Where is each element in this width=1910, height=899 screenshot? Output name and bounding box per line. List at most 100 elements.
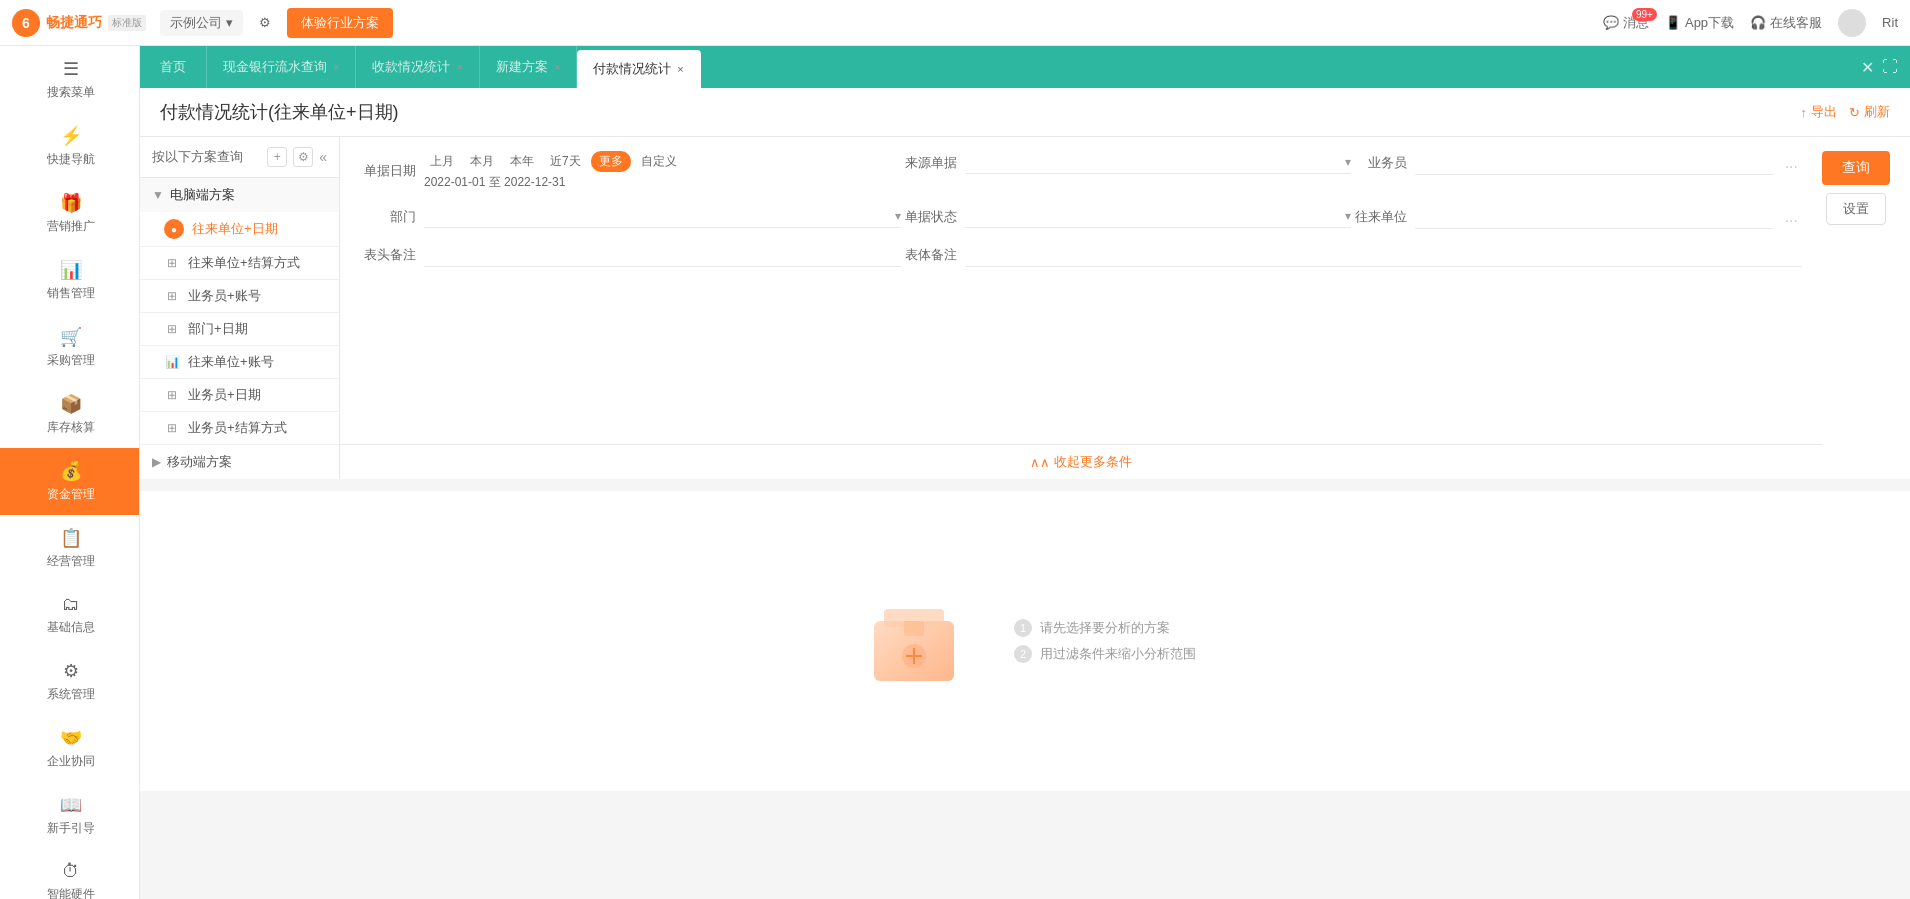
filter-row-2: 部门 ▾ 单据状态 ▾: [360, 205, 1802, 229]
date-btn-custom[interactable]: 自定义: [635, 151, 683, 172]
table-icon: ⊞: [164, 255, 180, 271]
tab-new-scheme[interactable]: 新建方案 ×: [480, 46, 577, 88]
empty-step-1: 1 请先选择要分析的方案: [1014, 619, 1196, 637]
sidebar-item-guide[interactable]: 📖 新手引导: [0, 782, 139, 849]
filter-item-body-note: 表体备注: [901, 243, 1802, 267]
tab-close-icon[interactable]: ×: [333, 61, 339, 73]
quick-nav-icon: ⚡: [60, 125, 82, 147]
refresh-button[interactable]: ↻ 刷新: [1849, 103, 1890, 121]
messages-button[interactable]: 💬 消息 99+: [1603, 14, 1649, 32]
tab-receipt-stats[interactable]: 收款情况统计 ×: [356, 46, 479, 88]
sidebar: ☰ 搜索菜单 ⚡ 快捷导航 🎁 营销推广 📊 销售管理 🛒 采购管理 📦 库存核…: [0, 46, 140, 899]
sidebar-label: 智能硬件: [47, 886, 95, 899]
header-note-input[interactable]: [424, 243, 901, 267]
section-divider: [140, 483, 1910, 491]
query-button[interactable]: 查询: [1822, 151, 1890, 185]
scheme-group-header-desktop[interactable]: ▼ 电脑端方案: [140, 178, 339, 212]
date-btn-last-7days[interactable]: 近7天: [544, 151, 587, 172]
collapse-more-button[interactable]: ∧∧ 收起更多条件: [340, 444, 1822, 479]
sidebar-item-capital[interactable]: 💰 资金管理: [0, 448, 139, 515]
sidebar-item-system[interactable]: ⚙ 系统管理: [0, 648, 139, 715]
partner-input[interactable]: [1415, 205, 1772, 229]
sidebar-item-search-menu[interactable]: ☰ 搜索菜单: [0, 46, 139, 113]
export-icon: ↑: [1801, 105, 1808, 120]
query-btn-group: 查询 设置: [1822, 137, 1910, 479]
sidebar-label: 快捷导航: [47, 151, 95, 168]
scheme-settings-button[interactable]: ⚙: [293, 147, 313, 167]
scheme-item-salesperson-date[interactable]: ⊞ 业务员+日期: [140, 379, 339, 412]
user-avatar[interactable]: [1838, 9, 1866, 37]
settings-icon[interactable]: ⚙: [251, 9, 279, 37]
export-button[interactable]: ↑ 导出: [1801, 103, 1838, 121]
scheme-item-label: 往来单位+结算方式: [188, 254, 300, 272]
scheme-item-label: 往来单位+账号: [188, 353, 274, 371]
tab-home[interactable]: 首页: [140, 46, 207, 88]
date-btn-more[interactable]: 更多: [591, 151, 631, 172]
date-btn-last-month[interactable]: 上月: [424, 151, 460, 172]
scheme-group-label: 电脑端方案: [170, 186, 235, 204]
sidebar-item-purchase[interactable]: 🛒 采购管理: [0, 314, 139, 381]
scheme-item-partner-settlement[interactable]: ⊞ 往来单位+结算方式: [140, 247, 339, 280]
sidebar-item-operations[interactable]: 📋 经营管理: [0, 515, 139, 582]
salesperson-input[interactable]: [1415, 151, 1772, 175]
step-number-2: 2: [1014, 645, 1032, 663]
sidebar-label: 采购管理: [47, 352, 95, 369]
partner-more-icon[interactable]: ...: [1781, 208, 1802, 226]
tab-bank-flow[interactable]: 现金银行流水查询 ×: [207, 46, 356, 88]
sidebar-label: 搜索菜单: [47, 84, 95, 101]
scheme-item-partner-date[interactable]: ● 往来单位+日期: [140, 212, 339, 247]
doc-date-label: 单据日期: [360, 162, 416, 180]
scheme-item-dept-date[interactable]: ⊞ 部门+日期: [140, 313, 339, 346]
dept-select[interactable]: ▾: [424, 205, 901, 228]
refresh-icon: ↻: [1849, 105, 1860, 120]
tab-close-icon[interactable]: ×: [554, 61, 560, 73]
date-btn-this-year[interactable]: 本年: [504, 151, 540, 172]
body-note-input[interactable]: [965, 243, 1802, 267]
tab-close-icon[interactable]: ×: [456, 61, 462, 73]
trial-button[interactable]: 体验行业方案: [287, 8, 393, 38]
main-layout: ☰ 搜索菜单 ⚡ 快捷导航 🎁 营销推广 📊 销售管理 🛒 采购管理 📦 库存核…: [0, 46, 1910, 899]
date-shortcuts: 上月 本月 本年 近7天 更多 自定义: [424, 151, 901, 172]
sidebar-item-sales[interactable]: 📊 销售管理: [0, 247, 139, 314]
user-name: Rit: [1882, 15, 1898, 30]
salesperson-more-icon[interactable]: ...: [1781, 154, 1802, 172]
tab-close-icon[interactable]: ×: [677, 63, 683, 75]
sidebar-item-hardware[interactable]: ⏱ 智能硬件: [0, 849, 139, 899]
top-bar-left: 6 畅捷通巧 标准版 示例公司 ▾ ⚙ 体验行业方案: [12, 8, 393, 38]
scheme-collapse-button[interactable]: «: [319, 149, 327, 165]
scheme-item-salesperson-settlement[interactable]: ⊞ 业务员+结算方式: [140, 412, 339, 445]
close-all-icon[interactable]: ✕: [1861, 58, 1874, 77]
table-icon: ⊞: [164, 387, 180, 403]
tab-label: 新建方案: [496, 58, 548, 76]
scheme-item-salesperson-account[interactable]: ⊞ 业务员+账号: [140, 280, 339, 313]
empty-step-2: 2 用过滤条件来缩小分析范围: [1014, 645, 1196, 663]
sidebar-item-quick-nav[interactable]: ⚡ 快捷导航: [0, 113, 139, 180]
scheme-item-label: 部门+日期: [188, 320, 248, 338]
source-doc-select[interactable]: ▾: [965, 151, 1352, 174]
sidebar-label: 基础信息: [47, 619, 95, 636]
fullscreen-icon[interactable]: ⛶: [1882, 58, 1898, 76]
sidebar-label: 系统管理: [47, 686, 95, 703]
company-selector[interactable]: 示例公司 ▾: [160, 10, 243, 36]
online-service-button[interactable]: 🎧 在线客服: [1750, 14, 1822, 32]
tab-payment-stats[interactable]: 付款情况统计 ×: [577, 50, 700, 88]
logo-badge: 标准版: [108, 15, 146, 31]
add-scheme-button[interactable]: +: [267, 147, 287, 167]
sidebar-item-inventory[interactable]: 📦 库存核算: [0, 381, 139, 448]
scheme-item-partner-account[interactable]: 📊 往来单位+账号: [140, 346, 339, 379]
sidebar-item-marketing[interactable]: 🎁 营销推广: [0, 180, 139, 247]
page-title: 付款情况统计(往来单位+日期): [160, 100, 399, 124]
header-actions: ↑ 导出 ↻ 刷新: [1801, 103, 1891, 121]
date-btn-this-month[interactable]: 本月: [464, 151, 500, 172]
sidebar-item-basic-info[interactable]: 🗂 基础信息: [0, 582, 139, 648]
top-bar-right: 💬 消息 99+ 📱 App下载 🎧 在线客服 Rit: [1603, 9, 1898, 37]
doc-status-select[interactable]: ▾: [965, 205, 1352, 228]
salesperson-label: 业务员: [1351, 154, 1407, 172]
scheme-header-icons: + ⚙ «: [267, 147, 327, 167]
page-header: 付款情况统计(往来单位+日期) ↑ 导出 ↻ 刷新: [140, 88, 1910, 137]
tab-bar: 首页 现金银行流水查询 × 收款情况统计 × 新建方案 × 付款情况统计 × ✕…: [140, 46, 1910, 88]
filter-settings-button[interactable]: 设置: [1826, 193, 1886, 225]
app-download-button[interactable]: 📱 App下载: [1665, 14, 1734, 32]
sidebar-item-enterprise[interactable]: 🤝 企业协同: [0, 715, 139, 782]
mobile-scheme-group[interactable]: ▶ 移动端方案: [140, 445, 339, 479]
